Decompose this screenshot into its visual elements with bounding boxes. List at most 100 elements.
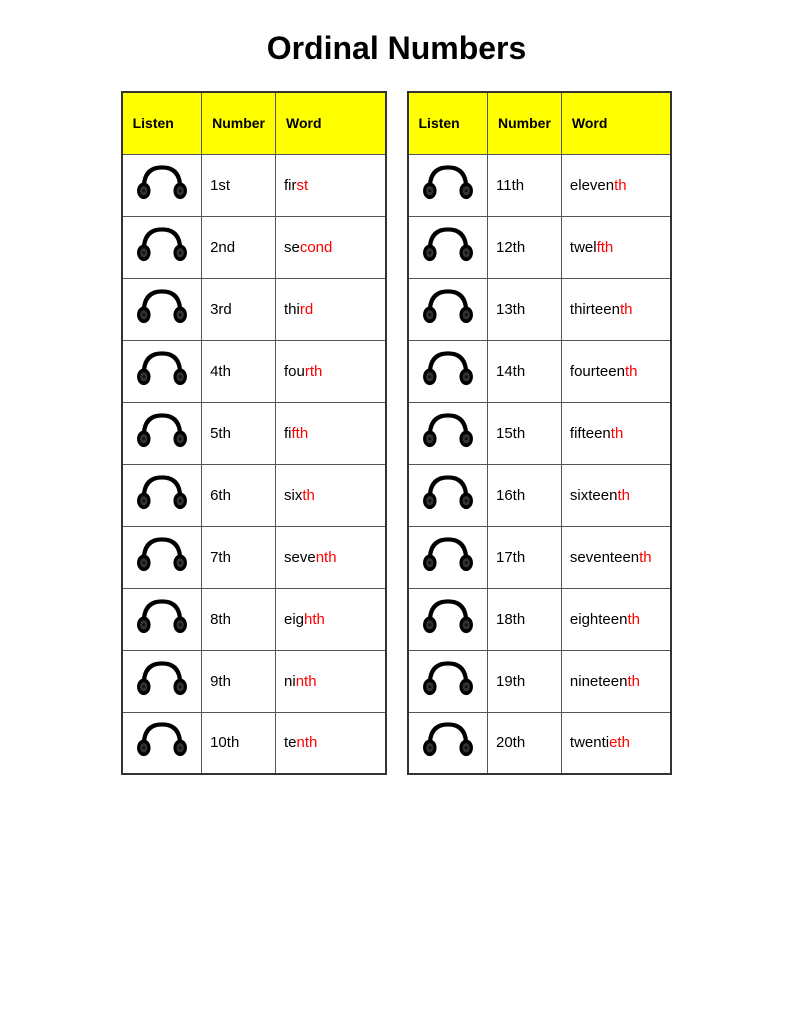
word-cell: second [276,216,386,278]
headphone-cell[interactable] [122,402,202,464]
table-right: Listen Number Word 11theleventh [407,91,673,775]
word-suffix: rth [305,363,323,380]
word-cell: third [276,278,386,340]
word-cell: twelfth [561,216,671,278]
table-row: 20thtwentieth [408,712,672,774]
table-row: 8theighth [122,588,386,650]
word-cell: first [276,154,386,216]
table-row: 18theighteenth [408,588,672,650]
headphone-cell[interactable] [408,340,488,402]
word-cell: eighteenth [561,588,671,650]
headphone-cell[interactable] [408,526,488,588]
number-cell: 1st [202,154,276,216]
word-suffix: th [620,301,633,318]
table-row: 7thseventh [122,526,386,588]
word-suffix: fth [597,239,614,256]
word-cell: nineteenth [561,650,671,712]
tables-wrapper: Listen Number Word 1stfirst [121,91,673,775]
number-cell: 7th [202,526,276,588]
table2-header-word: Word [561,92,671,154]
word-cell: thirteenth [561,278,671,340]
number-cell: 11th [488,154,562,216]
word-cell: twentieth [561,712,671,774]
headphone-cell[interactable] [122,588,202,650]
number-cell: 17th [488,526,562,588]
word-suffix: st [297,177,309,194]
headphone-cell[interactable] [122,154,202,216]
word-suffix: th [627,673,640,690]
number-cell: 18th [488,588,562,650]
number-cell: 13th [488,278,562,340]
table-left: Listen Number Word 1stfirst [121,91,387,775]
word-suffix: th [639,549,652,566]
word-suffix: th [614,177,627,194]
table-row: 16thsixteenth [408,464,672,526]
word-suffix: eth [609,734,630,751]
word-cell: tenth [276,712,386,774]
number-cell: 19th [488,650,562,712]
word-cell: sixth [276,464,386,526]
word-suffix: nth [297,734,318,751]
word-cell: seventeenth [561,526,671,588]
word-suffix: th [625,363,638,380]
word-cell: eleventh [561,154,671,216]
table1-header-word: Word [276,92,386,154]
headphone-cell[interactable] [408,402,488,464]
word-cell: ninth [276,650,386,712]
table-row: 14thfourteenth [408,340,672,402]
page-title: Ordinal Numbers [267,30,527,67]
headphone-cell[interactable] [122,278,202,340]
headphone-cell[interactable] [408,216,488,278]
number-cell: 15th [488,402,562,464]
table-row: 11theleventh [408,154,672,216]
table-row: 13ththirteenth [408,278,672,340]
table-row: 10thtenth [122,712,386,774]
number-cell: 2nd [202,216,276,278]
table-row: 19thnineteenth [408,650,672,712]
headphone-cell[interactable] [408,650,488,712]
word-cell: fourteenth [561,340,671,402]
number-cell: 3rd [202,278,276,340]
headphone-cell[interactable] [408,464,488,526]
word-cell: eighth [276,588,386,650]
table-row: 6thsixth [122,464,386,526]
headphone-cell[interactable] [408,712,488,774]
headphone-cell[interactable] [122,526,202,588]
number-cell: 14th [488,340,562,402]
table-row: 4thfourth [122,340,386,402]
headphone-cell[interactable] [408,154,488,216]
word-cell: seventh [276,526,386,588]
table-row: 15thfifteenth [408,402,672,464]
word-cell: fifteenth [561,402,671,464]
headphone-cell[interactable] [122,464,202,526]
headphone-cell[interactable] [122,650,202,712]
table-row: 3rdthird [122,278,386,340]
table-row: 17thseventeenth [408,526,672,588]
number-cell: 5th [202,402,276,464]
headphone-cell[interactable] [122,340,202,402]
table-row: 2ndsecond [122,216,386,278]
headphone-cell[interactable] [408,278,488,340]
word-cell: sixteenth [561,464,671,526]
table-row: 5thfifth [122,402,386,464]
headphone-cell[interactable] [408,588,488,650]
number-cell: 4th [202,340,276,402]
number-cell: 12th [488,216,562,278]
number-cell: 20th [488,712,562,774]
number-cell: 8th [202,588,276,650]
word-suffix: hth [304,611,325,628]
number-cell: 16th [488,464,562,526]
word-suffix: rd [300,301,313,318]
word-cell: fifth [276,402,386,464]
word-suffix: nth [316,549,337,566]
word-suffix: th [617,487,630,504]
table-row: 12thtwelfth [408,216,672,278]
table-row: 1stfirst [122,154,386,216]
headphone-cell[interactable] [122,712,202,774]
table2-header-listen: Listen [408,92,488,154]
number-cell: 6th [202,464,276,526]
word-suffix: nth [296,673,317,690]
word-suffix: th [611,425,624,442]
headphone-cell[interactable] [122,216,202,278]
table1-header-number: Number [202,92,276,154]
